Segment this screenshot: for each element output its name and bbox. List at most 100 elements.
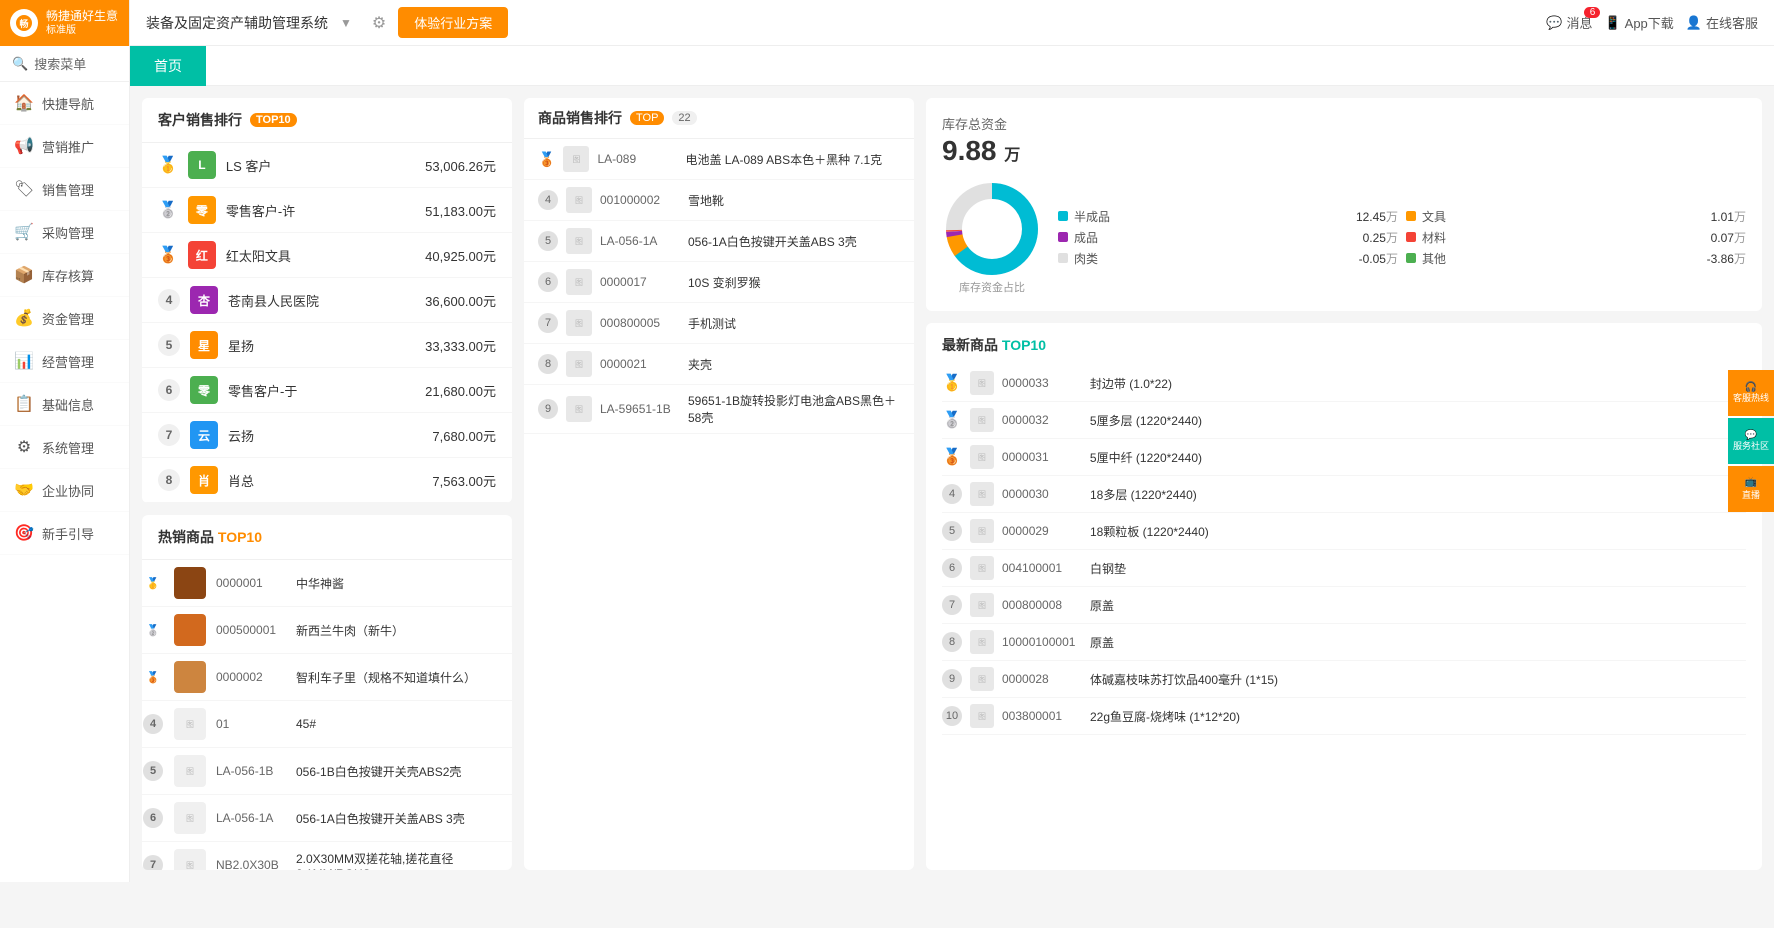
newest-product-item: 7 图 000800008 原盖 bbox=[942, 587, 1746, 624]
product-ranking-badge: TOP bbox=[630, 111, 664, 125]
newest-product-image: 图 bbox=[970, 408, 994, 432]
newest-product-code: 000800008 bbox=[1002, 598, 1082, 612]
newest-product-image: 图 bbox=[970, 593, 994, 617]
newest-products-header: 最新商品 TOP10 bbox=[942, 335, 1746, 355]
sidebar-item-purchase[interactable]: 🛒采购管理 bbox=[0, 211, 129, 254]
product-name: 056-1A白色按键开关盖ABS 3壳 bbox=[688, 233, 900, 250]
online-service-button[interactable]: 👤 在线客服 bbox=[1686, 13, 1758, 32]
sidebar-item-finance[interactable]: 💰资金管理 bbox=[0, 297, 129, 340]
hot-products-header: 热销商品 TOP10 bbox=[142, 515, 512, 560]
search-icon: 🔍 bbox=[12, 56, 28, 72]
sidebar-item-guide[interactable]: 🎯新手引导 bbox=[0, 512, 129, 555]
legend-color bbox=[1406, 211, 1416, 221]
hot-product-name: 新西兰牛肉（新牛） bbox=[296, 622, 512, 639]
product-image: 图 bbox=[563, 146, 589, 172]
product-code: 000800005 bbox=[600, 316, 680, 330]
message-icon: 💬 bbox=[1546, 15, 1562, 31]
product-image: 图 bbox=[566, 187, 592, 213]
inventory-amount: 9.88 bbox=[942, 135, 997, 166]
content-grid: 客户销售排行 TOP10 🥇 L LS 客户 53,006.26元 🥈 零 零售… bbox=[130, 86, 1774, 882]
hot-rank-icon: 🥈 bbox=[142, 619, 164, 641]
rank-amount: 7,680.00元 bbox=[432, 426, 496, 445]
hot-product-image bbox=[174, 567, 206, 599]
newest-product-item: 🥉 图 0000031 5厘中纤 (1220*2440) bbox=[942, 439, 1746, 476]
newest-product-code: 0000028 bbox=[1002, 672, 1082, 686]
chevron-down-icon[interactable]: ▼ bbox=[340, 16, 352, 30]
logo-sub: 标准版 bbox=[46, 24, 76, 37]
newest-product-code: 0000030 bbox=[1002, 487, 1082, 501]
product-ranking-header: 商品销售排行 TOP 22 bbox=[524, 98, 914, 139]
product-image: 图 bbox=[566, 351, 592, 377]
sidebar-search[interactable]: 🔍 搜索菜单 bbox=[0, 46, 129, 82]
hot-product-code: 0000001 bbox=[216, 576, 286, 590]
sidebar-item-basic[interactable]: 📋基础信息 bbox=[0, 383, 129, 426]
customer-service-btn[interactable]: 🎧 客服热线 bbox=[1728, 370, 1774, 416]
hot-product-item: 5 图 LA-056-1B 056-1B白色按键开关壳ABS2壳 bbox=[142, 748, 512, 795]
legend-value: -3.86万 bbox=[1707, 250, 1746, 267]
sales-ranking-panel: 客户销售排行 TOP10 🥇 L LS 客户 53,006.26元 🥈 零 零售… bbox=[142, 98, 512, 503]
trial-button[interactable]: 体验行业方案 bbox=[398, 7, 508, 38]
sidebar-item-label: 资金管理 bbox=[42, 309, 94, 328]
product-rank-item: 4 图 001000002 雪地靴 bbox=[524, 180, 914, 221]
sales-icon: 🏷 bbox=[14, 179, 34, 199]
rank-name: 零售客户-许 bbox=[226, 201, 415, 220]
sales-ranking-title: 客户销售排行 bbox=[158, 110, 242, 130]
gear-icon[interactable]: ⚙ bbox=[372, 13, 386, 33]
rank-number: 8 bbox=[942, 632, 962, 652]
message-button[interactable]: 💬 消息 6 bbox=[1546, 13, 1592, 32]
sidebar-item-label: 基础信息 bbox=[42, 395, 94, 414]
rank-name: LS 客户 bbox=[226, 156, 415, 175]
rank-icon: 🥉 bbox=[538, 151, 555, 168]
newest-product-image: 图 bbox=[970, 630, 994, 654]
sidebar-item-quick-nav[interactable]: 🏠快捷导航 bbox=[0, 82, 129, 125]
sidebar-item-inventory[interactable]: 📦库存核算 bbox=[0, 254, 129, 297]
live-icon: 📺 bbox=[1745, 477, 1757, 488]
hot-product-name: 056-1A白色按键开关盖ABS 3壳 bbox=[296, 810, 512, 827]
inventory-unit: 万 bbox=[1004, 147, 1020, 164]
rank-icon: 6 bbox=[538, 272, 558, 292]
rank-name: 肖总 bbox=[228, 471, 422, 490]
legend-label: 文具 bbox=[1422, 208, 1705, 225]
quick-nav-icon: 🏠 bbox=[14, 93, 34, 113]
headset-icon: 🎧 bbox=[1745, 382, 1757, 393]
svg-text:畅: 畅 bbox=[19, 18, 28, 29]
rank-item: 🥉 红 红太阳文具 40,925.00元 bbox=[142, 233, 512, 278]
hot-rank-icon: 5 bbox=[142, 760, 164, 782]
float-service: 🎧 客服热线 💬 服务社区 📺 直播 bbox=[1728, 370, 1774, 512]
rank-icon: 4 bbox=[538, 190, 558, 210]
live-btn[interactable]: 📺 直播 bbox=[1728, 466, 1774, 512]
newest-product-name: 白钢垫 bbox=[1090, 560, 1746, 577]
hot-rank-icon: 🥉 bbox=[142, 666, 164, 688]
newest-product-image: 图 bbox=[970, 371, 994, 395]
rank-item: 6 零 零售客户-于 21,680.00元 bbox=[142, 368, 512, 413]
home-tab[interactable]: 首页 bbox=[130, 46, 206, 86]
sales-ranking-header: 客户销售排行 TOP10 bbox=[142, 98, 512, 143]
rank-avatar: 云 bbox=[190, 421, 218, 449]
rank-number: 9 bbox=[942, 669, 962, 689]
newest-product-image: 图 bbox=[970, 704, 994, 728]
sidebar-item-operations[interactable]: 📊经营管理 bbox=[0, 340, 129, 383]
hot-product-item: 4 图 01 45# bbox=[142, 701, 512, 748]
system-icon: ⚙ bbox=[14, 437, 34, 457]
sidebar-item-enterprise[interactable]: 🤝企业协同 bbox=[0, 469, 129, 512]
community-btn[interactable]: 💬 服务社区 bbox=[1728, 418, 1774, 464]
rank-amount: 40,925.00元 bbox=[425, 246, 496, 265]
app-download-button[interactable]: 📱 App下载 bbox=[1604, 13, 1673, 32]
hot-product-code: LA-056-1A bbox=[216, 811, 286, 825]
newest-product-name: 原盖 bbox=[1090, 597, 1746, 614]
product-code: LA-59651-1B bbox=[600, 402, 680, 416]
sidebar-item-system[interactable]: ⚙系统管理 bbox=[0, 426, 129, 469]
legend-label: 材料 bbox=[1422, 229, 1705, 246]
newest-product-image: 图 bbox=[970, 519, 994, 543]
sidebar-item-marketing[interactable]: 📢营销推广 bbox=[0, 125, 129, 168]
product-code: 001000002 bbox=[600, 193, 680, 207]
newest-product-item: 10 图 003800001 22g鱼豆腐-烧烤味 (1*12*20) bbox=[942, 698, 1746, 735]
legend-label: 肉类 bbox=[1074, 250, 1353, 267]
product-image: 图 bbox=[566, 228, 592, 254]
rank-name: 红太阳文具 bbox=[226, 246, 415, 265]
sidebar-item-sales[interactable]: 🏷销售管理 bbox=[0, 168, 129, 211]
legend-label: 其他 bbox=[1422, 250, 1701, 267]
newest-product-item: 🥈 图 0000032 5厘多层 (1220*2440) bbox=[942, 402, 1746, 439]
col3: 库存总资金 9.88 万 bbox=[926, 98, 1762, 870]
inventory-title: 库存总资金 bbox=[942, 114, 1746, 133]
